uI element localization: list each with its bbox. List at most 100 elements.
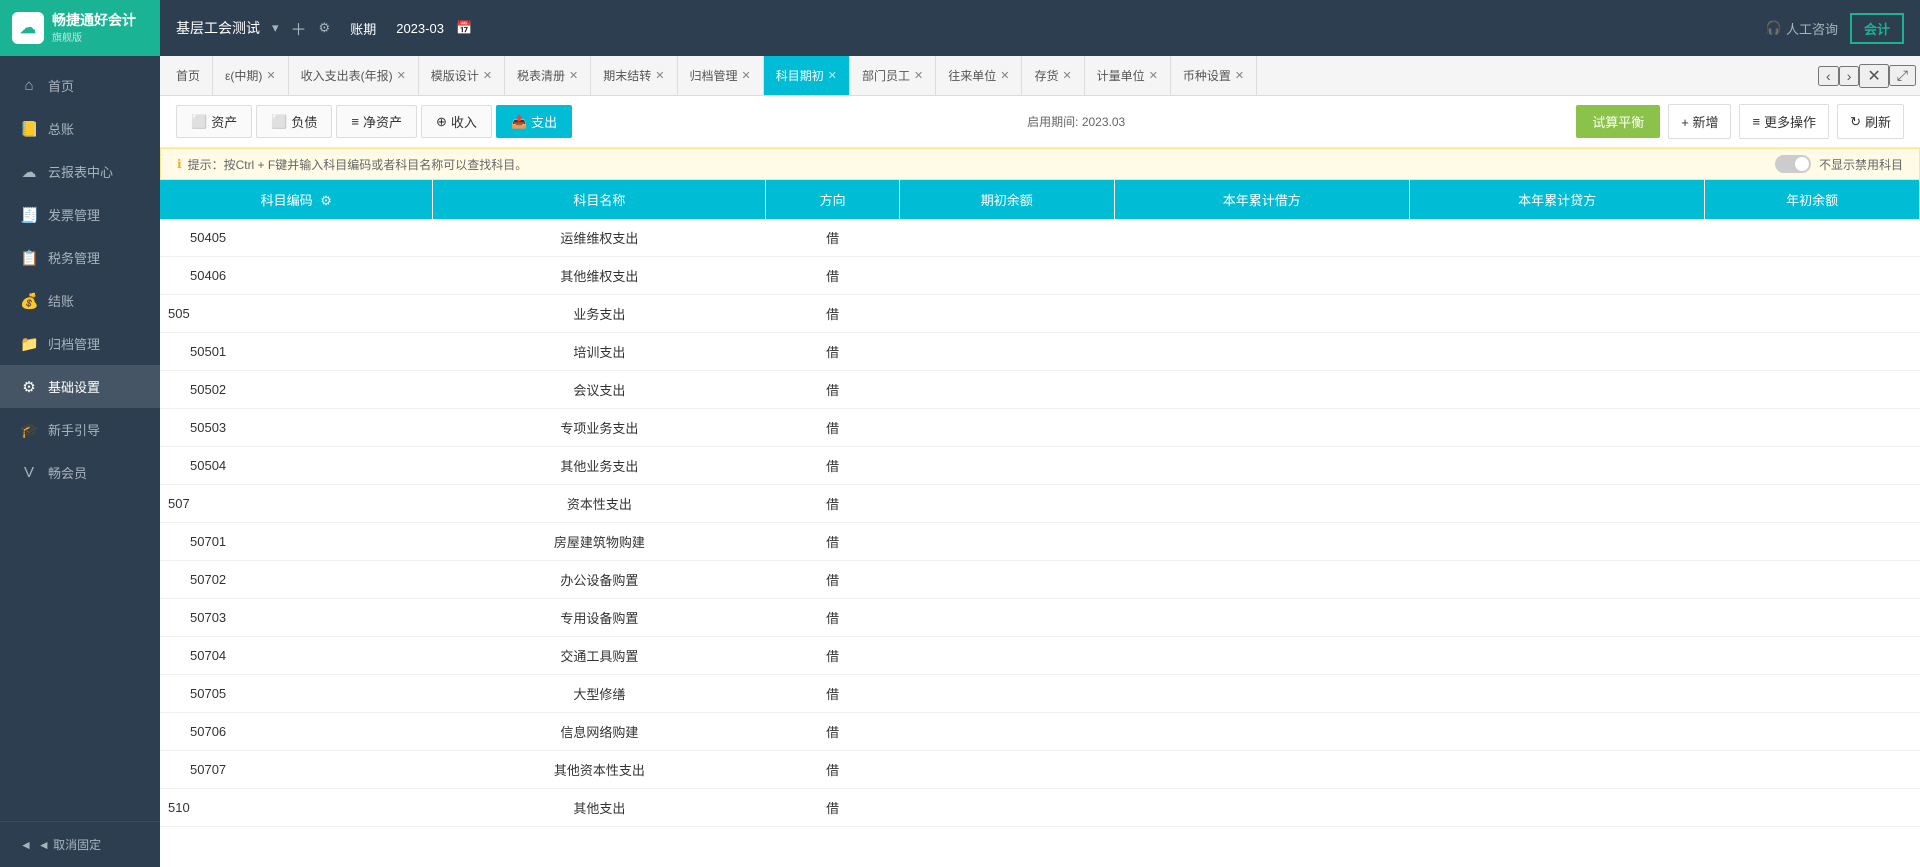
toggle-knob <box>1795 157 1809 171</box>
tab-close-measure[interactable]: ✕ <box>1149 69 1158 82</box>
tab-close-archive[interactable]: ✕ <box>742 69 751 82</box>
table-row[interactable]: 50702办公设备购置借 <box>160 561 1920 599</box>
sidebar-item-vip[interactable]: V畅会员 <box>0 451 160 494</box>
tab-interim[interactable]: ε(中期)✕ <box>213 56 289 95</box>
asset-icon: ⬜ <box>191 114 207 130</box>
table-row[interactable]: 50706信息网络购建借 <box>160 713 1920 751</box>
tab-close-unit[interactable]: ✕ <box>1000 69 1009 82</box>
sidebar-item-ledger[interactable]: 📒总账 <box>0 107 160 150</box>
table-row[interactable]: 510其他支出借 <box>160 789 1920 827</box>
home-icon: ⌂ <box>20 77 38 94</box>
subtabs: ⬜资产⬜负债≡净资产⊕收入📤支出启用期间: 2023.03 试算平衡 + 新增 … <box>160 96 1920 148</box>
subtab-income-sub[interactable]: ⊕收入 <box>421 105 492 138</box>
vip-icon: V <box>20 464 38 481</box>
sidebar-item-guide[interactable]: 🎓新手引导 <box>0 408 160 451</box>
service-button[interactable]: 🎧 人工咨询 <box>1766 19 1838 38</box>
disabled-subject-toggle[interactable] <box>1775 155 1811 173</box>
tab-period-end[interactable]: 期末结转✕ <box>591 56 677 95</box>
period-display: 启用期间: 2023.03 <box>1027 113 1125 130</box>
col-direction: 方向 <box>766 180 900 219</box>
table-row[interactable]: 50703专用设备购置借 <box>160 599 1920 637</box>
tab-close-template[interactable]: ✕ <box>483 69 492 82</box>
app-title: 畅捷通好会计 <box>52 12 136 29</box>
calendar-icon[interactable]: 📅 <box>456 20 472 36</box>
tab-archive[interactable]: 归档管理✕ <box>678 56 764 95</box>
main-area: 基层工会测试 ▾ ＋ ⚙ 账期 2023-03 📅 🎧 人工咨询 会计 首页ε(… <box>160 0 1920 867</box>
expenditure-icon: 📤 <box>511 114 527 130</box>
subtab-net-asset[interactable]: ≡净资产 <box>336 105 417 138</box>
tab-close-period-end[interactable]: ✕ <box>655 69 664 82</box>
tab-close-dept[interactable]: ✕ <box>914 69 923 82</box>
tab-close-tax[interactable]: ✕ <box>569 69 578 82</box>
column-settings-icon[interactable]: ⚙ <box>317 193 332 208</box>
sidebar-item-settle[interactable]: 💰结账 <box>0 279 160 322</box>
table-row[interactable]: 50704交通工具购置借 <box>160 637 1920 675</box>
cloud-icon: ☁ <box>20 163 38 181</box>
tab-template[interactable]: 模版设计✕ <box>419 56 505 95</box>
table-row[interactable]: 50502会议支出借 <box>160 371 1920 409</box>
sidebar-item-cloud[interactable]: ☁云报表中心 <box>0 150 160 193</box>
expand-button[interactable]: ⤢ <box>1889 65 1916 86</box>
tab-dept[interactable]: 部门员工✕ <box>850 56 936 95</box>
sidebar-item-tax[interactable]: 📋税务管理 <box>0 236 160 279</box>
table-row[interactable]: 507资本性支出借 <box>160 485 1920 523</box>
settings-icon[interactable]: ⚙ <box>319 20 331 36</box>
tab-scroll-right[interactable]: › <box>1839 66 1860 86</box>
tab-income[interactable]: 收入支出表(年报)✕ <box>289 56 419 95</box>
add-button[interactable]: + 新增 <box>1668 104 1731 139</box>
sidebar-nav: ⌂首页📒总账☁云报表中心🧾发票管理📋税务管理💰结账📁归档管理⚙基础设置🎓新手引导… <box>0 56 160 821</box>
table-row[interactable]: 505业务支出借 <box>160 295 1920 333</box>
net-asset-icon: ≡ <box>351 114 359 129</box>
add-tab-button[interactable]: ＋ <box>291 16 307 40</box>
subtab-expenditure[interactable]: 📤支出 <box>496 105 572 138</box>
sidebar-item-home[interactable]: ⌂首页 <box>0 64 160 107</box>
period-label: 账期 <box>350 19 376 38</box>
tab-scroll-left[interactable]: ‹ <box>1818 66 1839 86</box>
pin-icon: ◄ <box>20 838 32 852</box>
more-button[interactable]: ≡ 更多操作 <box>1739 104 1829 139</box>
table-row[interactable]: 50707其他资本性支出借 <box>160 751 1920 789</box>
income-sub-icon: ⊕ <box>436 114 447 130</box>
project-dropdown[interactable]: ▾ <box>272 20 279 36</box>
col-ytd_credit: 本年累计贷方 <box>1409 180 1704 219</box>
tab-stock[interactable]: 存货✕ <box>1022 56 1084 95</box>
tab-close-interim[interactable]: ✕ <box>266 69 275 82</box>
invoice-icon: 🧾 <box>20 206 38 224</box>
tax-icon: 📋 <box>20 249 38 267</box>
tab-subject[interactable]: 科目期初✕ <box>764 56 850 95</box>
col-year_balance: 年初余额 <box>1705 180 1920 219</box>
col-ytd_debit: 本年累计借方 <box>1114 180 1409 219</box>
tab-close-subject[interactable]: ✕ <box>828 69 837 82</box>
tab-close-income[interactable]: ✕ <box>397 69 406 82</box>
table-row[interactable]: 50701房屋建筑物购建借 <box>160 523 1920 561</box>
headset-icon: 🎧 <box>1766 20 1782 36</box>
subtab-liability[interactable]: ⬜负债 <box>256 105 332 138</box>
tab-currency[interactable]: 币种设置✕ <box>1171 56 1257 95</box>
table-row[interactable]: 50504其他业务支出借 <box>160 447 1920 485</box>
notice-text: 提示：按Ctrl + F键并输入科目编码或者科目名称可以查找科目。 <box>188 156 528 173</box>
table-row[interactable]: 50406其他维权支出借 <box>160 257 1920 295</box>
refresh-button[interactable]: ↻ 刷新 <box>1837 104 1904 139</box>
more-icon: ≡ <box>1752 114 1760 129</box>
tab-unit[interactable]: 往来单位✕ <box>936 56 1022 95</box>
sidebar-footer[interactable]: ◄ ◄ 取消固定 <box>0 821 160 867</box>
col-period_balance: 期初余额 <box>899 180 1114 219</box>
tab-close-currency[interactable]: ✕ <box>1235 69 1244 82</box>
table-row[interactable]: 50501培训支出借 <box>160 333 1920 371</box>
calc-balance-button[interactable]: 试算平衡 <box>1576 105 1660 138</box>
table-row[interactable]: 50705大型修缮借 <box>160 675 1920 713</box>
sidebar-item-basic[interactable]: ⚙基础设置 <box>0 365 160 408</box>
kuaiji-button[interactable]: 会计 <box>1850 13 1904 44</box>
subtab-asset[interactable]: ⬜资产 <box>176 105 252 138</box>
sidebar-item-invoice[interactable]: 🧾发票管理 <box>0 193 160 236</box>
logo-icon: ☁ <box>12 12 44 44</box>
subjects-table: 科目编码 ⚙科目名称方向期初余额本年累计借方本年累计贷方年初余额 50405运维… <box>160 180 1920 827</box>
table-row[interactable]: 50503专项业务支出借 <box>160 409 1920 447</box>
table-row[interactable]: 50405运维维权支出借 <box>160 219 1920 257</box>
tab-home[interactable]: 首页 <box>164 56 213 95</box>
close-all-tabs[interactable]: ✕ <box>1859 64 1888 88</box>
tab-close-stock[interactable]: ✕ <box>1062 69 1071 82</box>
tab-tax[interactable]: 税表清册✕ <box>505 56 591 95</box>
sidebar-item-archive[interactable]: 📁归档管理 <box>0 322 160 365</box>
tab-measure[interactable]: 计量单位✕ <box>1085 56 1171 95</box>
